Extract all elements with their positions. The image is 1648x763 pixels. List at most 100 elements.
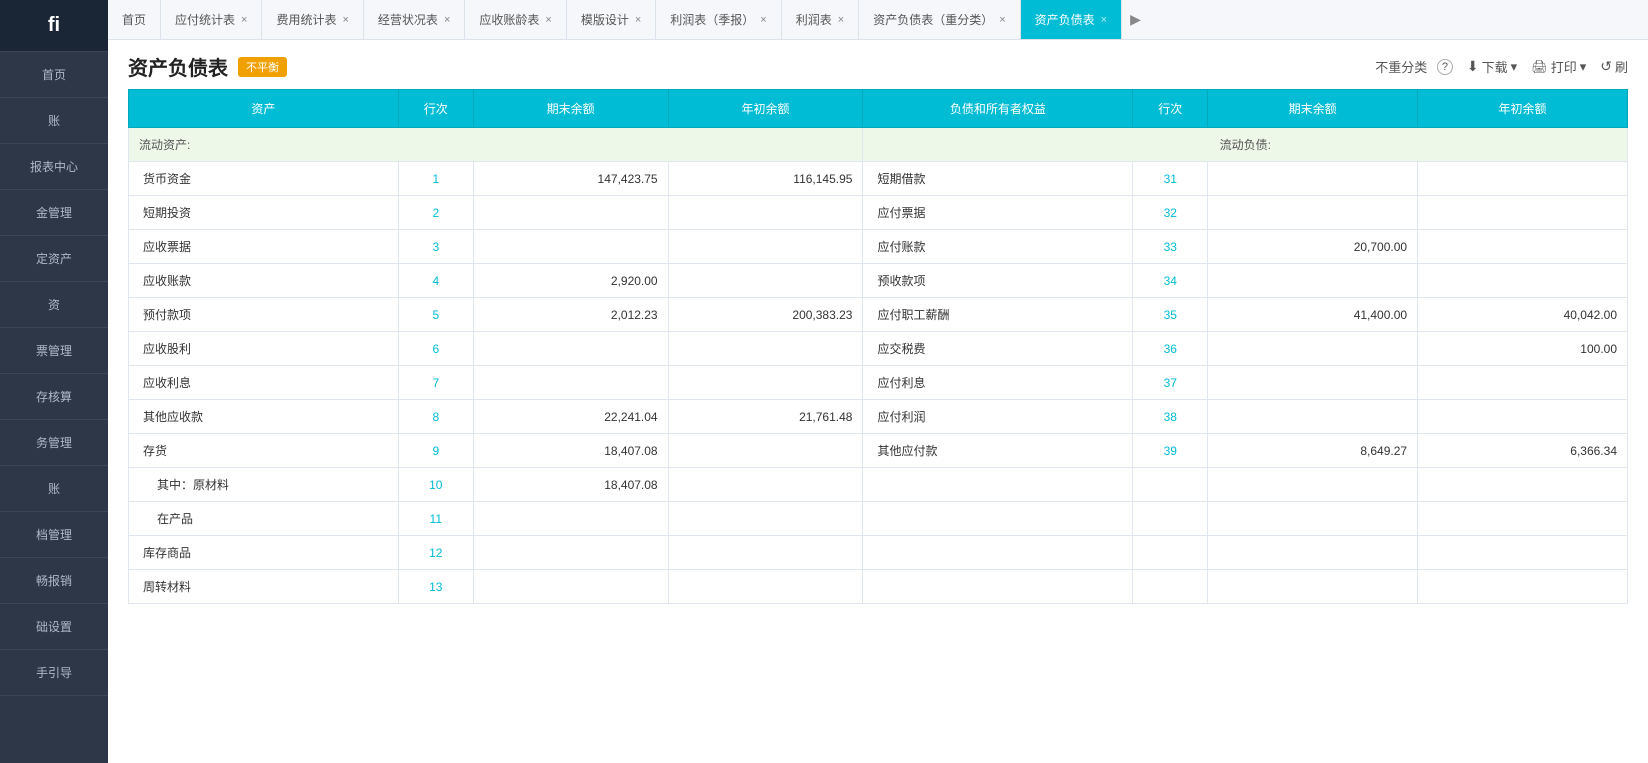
balance-sheet-table: 资产 行次 期末余额 年初余额 负债和所有者权益 行次 期末余额 年初余额 流动… xyxy=(128,89,1628,604)
tab-operations[interactable]: 经营状况表 × xyxy=(364,0,465,40)
table-row: 周转材料 13 xyxy=(129,570,1628,604)
period-end2-value: 20,700.00 xyxy=(1208,230,1418,264)
asset-name: 其他应收款 xyxy=(129,400,399,434)
period-end2-value: 41,400.00 xyxy=(1208,298,1418,332)
period-end2-value xyxy=(1208,196,1418,230)
sidebar-item-fixed-assets[interactable]: 定资产 xyxy=(0,236,108,282)
row-number: 8 xyxy=(398,400,473,434)
tab-balance[interactable]: 资产负债表 × xyxy=(1021,0,1122,40)
col-row-num2: 行次 xyxy=(1133,90,1208,128)
sidebar-item-guide[interactable]: 手引导 xyxy=(0,650,108,696)
sidebar-item-bills[interactable]: 票管理 xyxy=(0,328,108,374)
tab-close-icon[interactable]: × xyxy=(635,14,641,26)
tab-close-icon[interactable]: × xyxy=(999,14,1005,26)
tab-close-icon[interactable]: × xyxy=(444,14,450,26)
year-start-value xyxy=(668,536,863,570)
tab-scroll-right-icon[interactable]: ▶ xyxy=(1122,11,1149,28)
help-icon[interactable]: ? xyxy=(1437,59,1453,75)
col-row-num: 行次 xyxy=(398,90,473,128)
asset-name: 在产品 xyxy=(129,502,399,536)
period-end-value: 2,012.23 xyxy=(473,298,668,332)
row-number2 xyxy=(1133,468,1208,502)
asset-name: 短期投资 xyxy=(129,196,399,230)
sidebar-item-expense[interactable]: 畅报销 xyxy=(0,558,108,604)
table-row: 应收票据 3 应付账款 33 20,700.00 xyxy=(129,230,1628,264)
sidebar-item-archive[interactable]: 档管理 xyxy=(0,512,108,558)
tab-balance-reclassified[interactable]: 资产负债表（重分类） × xyxy=(859,0,1020,40)
tab-profit[interactable]: 利润表 × xyxy=(782,0,859,40)
tab-home[interactable]: 首页 xyxy=(108,0,161,40)
liability-name: 应付账款 xyxy=(863,230,1133,264)
tab-close-icon[interactable]: × xyxy=(760,14,766,26)
row-number2: 39 xyxy=(1133,434,1208,468)
asset-name: 应收股利 xyxy=(129,332,399,366)
header-actions: 不重分类 ? ⬇ 下载 ▾ 🖨 打印 ▾ ↺ 刷 xyxy=(1375,57,1628,76)
period-end2-value xyxy=(1208,400,1418,434)
year-start-value xyxy=(668,196,863,230)
period-end-value xyxy=(473,536,668,570)
year-start-value xyxy=(668,366,863,400)
year-start2-value: 100.00 xyxy=(1418,332,1628,366)
tab-close-icon[interactable]: × xyxy=(1101,14,1107,26)
row-number2: 32 xyxy=(1133,196,1208,230)
sidebar-item-investment[interactable]: 资 xyxy=(0,282,108,328)
tab-close-icon[interactable]: × xyxy=(342,14,348,26)
print-chevron-icon: ▾ xyxy=(1580,59,1587,75)
year-start-value xyxy=(668,264,863,298)
period-end2-value xyxy=(1208,502,1418,536)
liability-name: 预收款项 xyxy=(863,264,1133,298)
row-number2: 37 xyxy=(1133,366,1208,400)
asset-name: 库存商品 xyxy=(129,536,399,570)
classify-toggle[interactable]: 不重分类 ? xyxy=(1375,57,1453,76)
liability-name: 应付票据 xyxy=(863,196,1133,230)
main-content: 首页 应付统计表 × 费用统计表 × 经营状况表 × 应收账龄表 × 模版设计 … xyxy=(108,0,1648,763)
refresh-button[interactable]: ↺ 刷 xyxy=(1600,57,1628,76)
year-start-value xyxy=(668,468,863,502)
tab-profit-quarterly[interactable]: 利润表（季报） × xyxy=(656,0,781,40)
year-start2-value xyxy=(1418,230,1628,264)
tab-close-icon[interactable]: × xyxy=(545,14,551,26)
period-end-value xyxy=(473,502,668,536)
liability-name: 应付利息 xyxy=(863,366,1133,400)
print-button[interactable]: 🖨 打印 ▾ xyxy=(1531,57,1586,76)
period-end2-value xyxy=(1208,332,1418,366)
col-period-end2: 期末余额 xyxy=(1208,90,1418,128)
liability-name: 应交税费 xyxy=(863,332,1133,366)
year-start2-value xyxy=(1418,264,1628,298)
section-liability-label: 流动负债: xyxy=(863,128,1628,162)
sidebar-item-home[interactable]: 首页 xyxy=(0,52,108,98)
tab-close-icon[interactable]: × xyxy=(241,14,247,26)
liability-name xyxy=(863,468,1133,502)
sidebar-item-tax[interactable]: 务管理 xyxy=(0,420,108,466)
refresh-icon: ↺ xyxy=(1600,58,1612,75)
tab-template-design[interactable]: 模版设计 × xyxy=(567,0,656,40)
sidebar-item-settings[interactable]: 础设置 xyxy=(0,604,108,650)
row-number: 3 xyxy=(398,230,473,264)
sidebar-item-account[interactable]: 账 xyxy=(0,98,108,144)
sidebar-item-inventory[interactable]: 存核算 xyxy=(0,374,108,420)
table-row: 存货 9 18,407.08 其他应付款 39 8,649.27 6,366.3… xyxy=(129,434,1628,468)
page-title-area: 资产负债表 不平衡 xyxy=(128,52,287,81)
liability-name: 应付利润 xyxy=(863,400,1133,434)
table-row: 货币资金 1 147,423.75 116,145.95 短期借款 31 xyxy=(129,162,1628,196)
year-start-value: 200,383.23 xyxy=(668,298,863,332)
sidebar-item-ledger[interactable]: 账 xyxy=(0,466,108,512)
period-end-value: 18,407.08 xyxy=(473,434,668,468)
sidebar: fi 首页 账 报表中心 金管理 定资产 资 票管理 存核算 务管理 账 档管理… xyxy=(0,0,108,763)
liability-name: 其他应付款 xyxy=(863,434,1133,468)
sidebar-item-report-center[interactable]: 报表中心 xyxy=(0,144,108,190)
row-number: 2 xyxy=(398,196,473,230)
year-start-value xyxy=(668,434,863,468)
period-end-value xyxy=(473,570,668,604)
period-end2-value xyxy=(1208,468,1418,502)
row-number2: 38 xyxy=(1133,400,1208,434)
period-end-value xyxy=(473,196,668,230)
tab-accounts-payable-stat[interactable]: 应付统计表 × xyxy=(161,0,262,40)
tab-expense-stat[interactable]: 费用统计表 × xyxy=(262,0,363,40)
tab-receivables-aging[interactable]: 应收账龄表 × xyxy=(465,0,566,40)
table-row: 预付款项 5 2,012.23 200,383.23 应付职工薪酬 35 41,… xyxy=(129,298,1628,332)
download-button[interactable]: ⬇ 下载 ▾ xyxy=(1467,57,1517,76)
section-asset-label: 流动资产: xyxy=(129,128,863,162)
tab-close-icon[interactable]: × xyxy=(838,14,844,26)
sidebar-item-fund-management[interactable]: 金管理 xyxy=(0,190,108,236)
